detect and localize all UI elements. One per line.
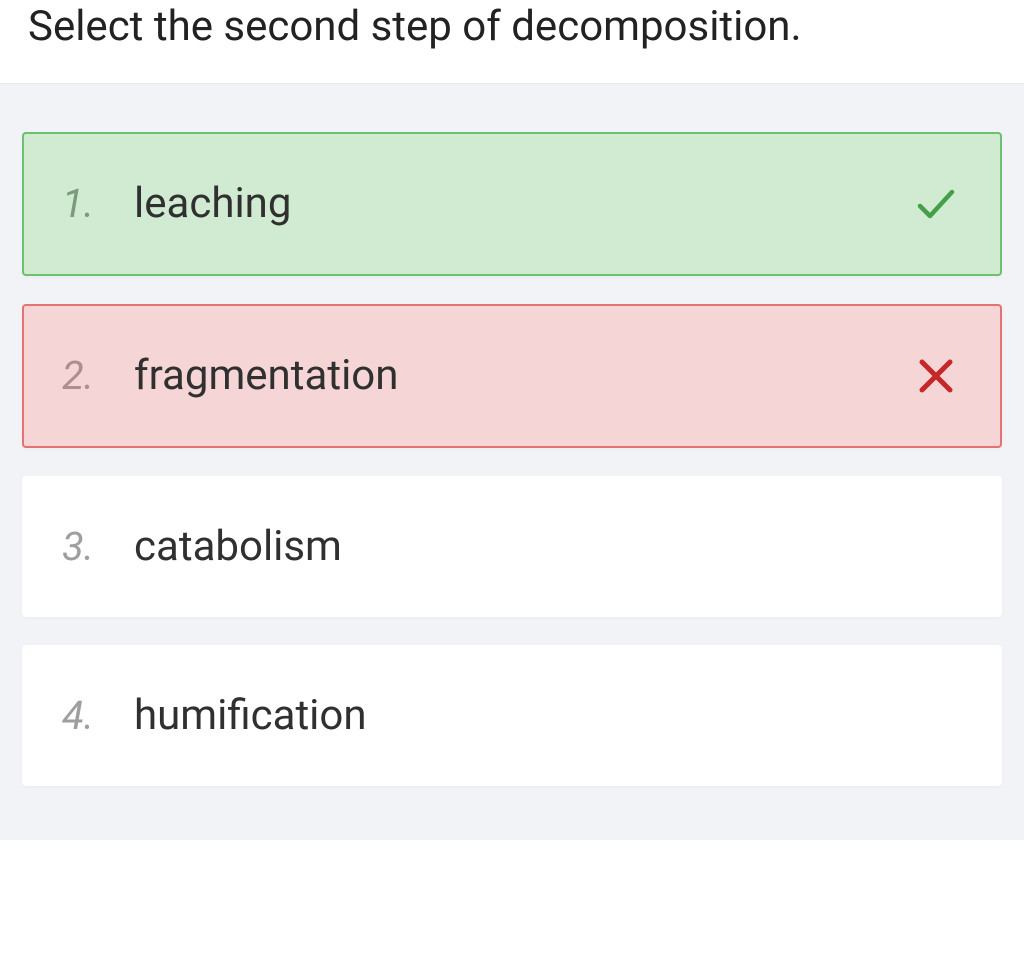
option-label: catabolism	[134, 522, 962, 571]
question-header: Select the second step of decomposition.	[0, 0, 1024, 84]
options-area: 1. leaching 2. fragmentation 3. cataboli…	[0, 84, 1024, 840]
option-3[interactable]: 3. catabolism	[22, 476, 1002, 617]
check-icon	[910, 178, 962, 230]
option-4[interactable]: 4. humification	[22, 645, 1002, 786]
option-number: 4.	[62, 692, 116, 739]
option-number: 3.	[62, 523, 116, 570]
option-number: 2.	[62, 352, 116, 399]
option-2[interactable]: 2. fragmentation	[22, 304, 1002, 448]
cross-icon	[910, 350, 962, 402]
option-number: 1.	[62, 180, 116, 227]
question-text: Select the second step of decomposition.	[28, 0, 996, 55]
option-label: leaching	[134, 179, 910, 228]
option-label: fragmentation	[134, 351, 910, 400]
option-1[interactable]: 1. leaching	[22, 132, 1002, 276]
option-label: humification	[134, 691, 962, 740]
